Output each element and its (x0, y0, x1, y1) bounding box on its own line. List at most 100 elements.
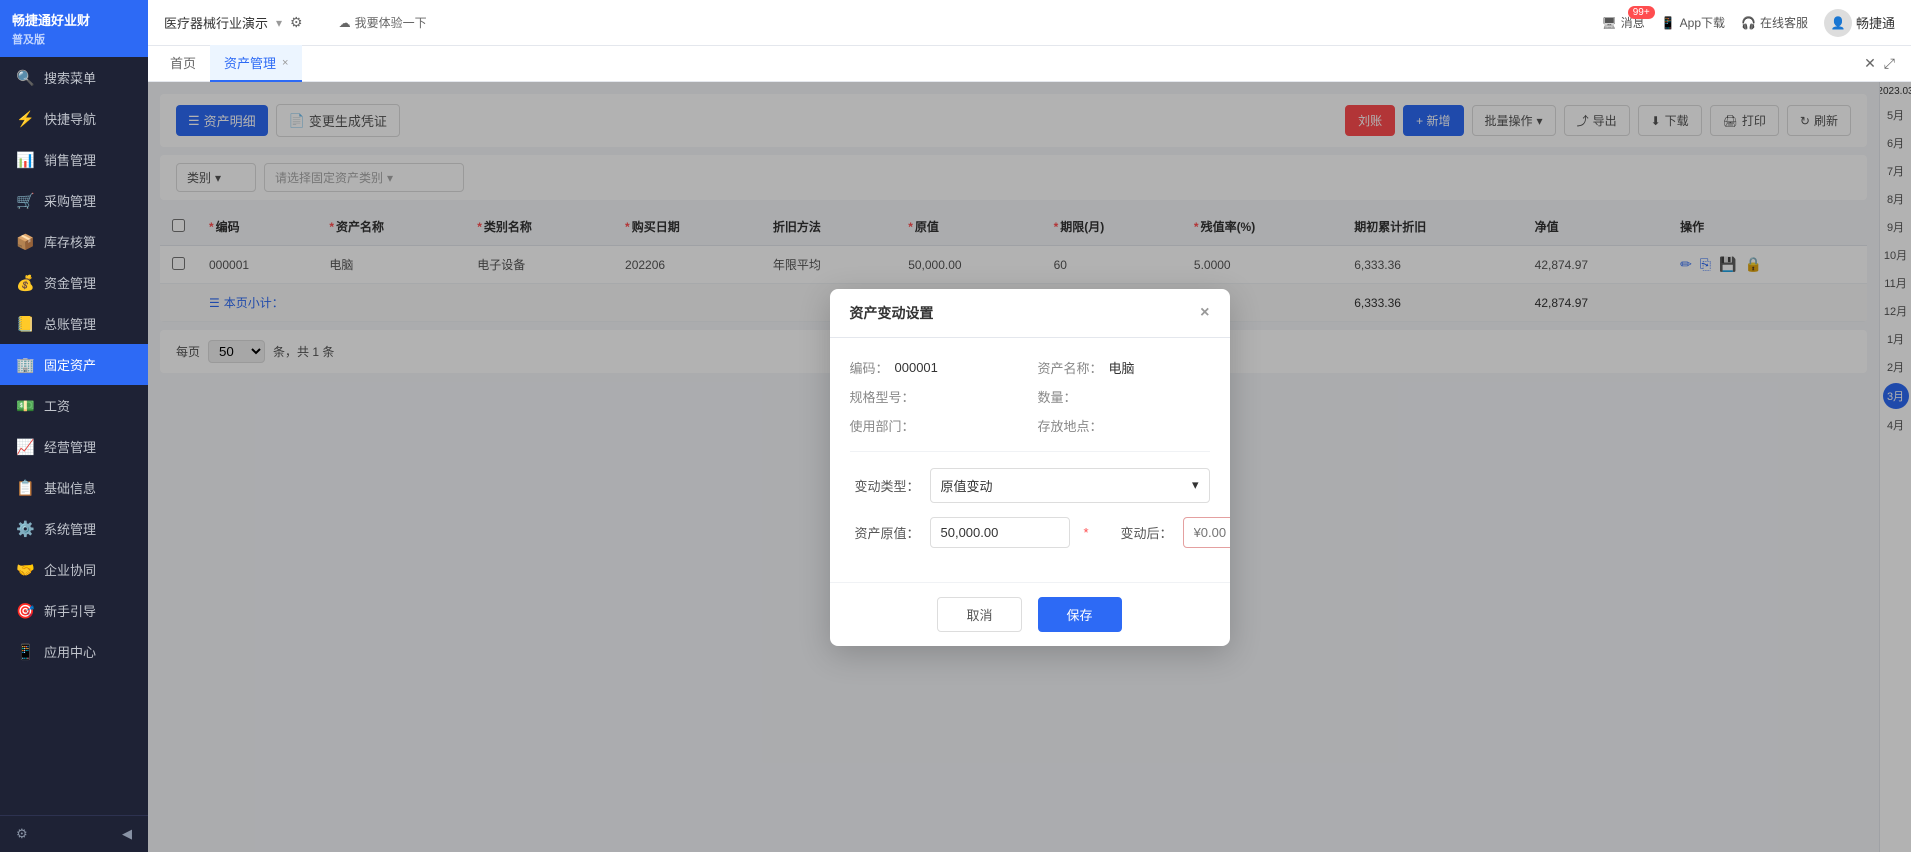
sidebar-item-label: 销售管理 (44, 150, 96, 169)
collapse-icon[interactable]: ◀ (122, 826, 132, 842)
sidebar-item-purchase[interactable]: 🛒 采购管理 (0, 180, 148, 221)
modal-close-icon[interactable]: × (1200, 304, 1209, 322)
sidebar-scroll: 🔍 搜索菜单 ⚡ 快捷导航 📊 销售管理 🛒 采购管理 📦库存核算 💰 资金管理 📒总账管理 🏢 固定资产… (0, 57, 148, 815)
sidebar-item-app-center[interactable]: 📱 应用中心 (0, 631, 148, 672)
sidebar-item-ledger[interactable]: 📒总账管理 (0, 303, 148, 344)
sidebar-item-fixed-asset[interactable]: 🏢 固定资产 (0, 344, 148, 385)
settings-gear-icon[interactable]: ⚙ (290, 14, 303, 31)
sidebar-item-label: 应用中心 (44, 642, 96, 661)
topbar-left: 医疗器械行业演示 ▾ ⚙ ☁ 我要体验一下 (164, 13, 427, 32)
customer-service-label: 在线客服 (1760, 14, 1808, 31)
tab-asset-mgmt-label: 资产管理 (224, 53, 276, 72)
sidebar-item-label: 总账管理 (44, 314, 96, 333)
tab-home-label: 首页 (170, 53, 196, 72)
sidebar-item-operations[interactable]: 📈 经营管理 (0, 426, 148, 467)
settings-icon[interactable]: ⚙ (16, 826, 28, 842)
modal-change-type-chevron-icon: ▾ (1192, 477, 1199, 493)
sidebar-item-guide[interactable]: 🎯 新手引导 (0, 590, 148, 631)
sidebar-item-label: 固定资产 (44, 355, 96, 374)
message-icon: 🖥 (1601, 16, 1616, 30)
modal-original-value-field: 资产原值： * 变动后： (850, 517, 1210, 548)
sidebar-item-system[interactable]: ⚙️ 系统管理 (0, 508, 148, 549)
payroll-icon: 💵 (16, 397, 34, 415)
sales-icon: 📊 (16, 151, 34, 169)
modal-code-label: 编码： (850, 358, 889, 377)
asset-change-modal: 资产变动设置 × 编码： 000001 资产名称： 电脑 (830, 289, 1230, 646)
user-name: 畅捷通 (1856, 13, 1895, 32)
sidebar-item-label: 采购管理 (44, 191, 96, 210)
modal-after-change-input[interactable] (1183, 517, 1230, 548)
dropdown-arrow-icon[interactable]: ▾ (276, 16, 282, 30)
cancel-button[interactable]: 取消 (937, 597, 1021, 632)
app-download-button[interactable]: 📱 App下载 (1661, 14, 1725, 31)
download-icon: 📱 (1661, 16, 1676, 30)
modal-original-value-label: 资产原值： (850, 523, 920, 542)
purchase-icon: 🛒 (16, 192, 34, 210)
tab-close-icon[interactable]: × (282, 57, 288, 69)
user-area: 👤 畅捷通 (1824, 9, 1895, 37)
sidebar-item-basic-info[interactable]: 📋基础信息 (0, 467, 148, 508)
topbar: 医疗器械行业演示 ▾ ⚙ ☁ 我要体验一下 🖥 消息 99+ 📱 App下载 🎧… (148, 0, 1911, 46)
modal-spec-label: 规格型号： (850, 387, 915, 406)
modal-code-item: 编码： 000001 (850, 358, 1022, 377)
sidebar-item-payroll[interactable]: 💵工资 (0, 385, 148, 426)
modal-footer: 取消 保存 (830, 582, 1230, 646)
search-icon: 🔍 (16, 69, 34, 87)
sidebar-item-collab[interactable]: 🤝企业协同 (0, 549, 148, 590)
maximize-icon[interactable]: ⤢ (1884, 55, 1895, 72)
modal-dept-label: 使用部门： (850, 416, 915, 435)
modal-change-type-value: 原值变动 (941, 476, 993, 495)
sidebar-item-sales[interactable]: 📊 销售管理 (0, 139, 148, 180)
topbar-right: 🖥 消息 99+ 📱 App下载 🎧 在线客服 👤 畅捷通 (1601, 9, 1895, 37)
sidebar-item-search[interactable]: 🔍 搜索菜单 (0, 57, 148, 98)
sidebar-item-label: 新手引导 (44, 601, 96, 620)
tab-asset-mgmt[interactable]: 资产管理 × (210, 45, 302, 82)
cloud-icon: ☁ (339, 16, 351, 30)
sidebar-item-label: 企业协同 (44, 560, 96, 579)
modal-header: 资产变动设置 × (830, 289, 1230, 338)
modal-quantity-label: 数量： (1038, 387, 1077, 406)
modal-dept-item: 使用部门： (850, 416, 1022, 435)
sidebar-logo: 畅捷通好业财 普及版 (0, 0, 148, 57)
save-button[interactable]: 保存 (1038, 597, 1122, 632)
sidebar-item-label: 系统管理 (44, 519, 96, 538)
tabs-bar: 首页 资产管理 × ✕ ⤢ (148, 46, 1911, 82)
modal-change-type-label: 变动类型： (850, 476, 920, 495)
customer-service-button[interactable]: 🎧 在线客服 (1741, 14, 1808, 31)
experience-area: ☁ 我要体验一下 (339, 14, 427, 31)
sidebar-item-finance[interactable]: 💰 资金管理 (0, 262, 148, 303)
system-icon: ⚙️ (16, 520, 34, 538)
sidebar-item-quick-nav[interactable]: ⚡ 快捷导航 (0, 98, 148, 139)
modal-after-change-label: 变动后： (1103, 523, 1173, 542)
sidebar-item-label: 资金管理 (44, 273, 96, 292)
sidebar-item-label: 快捷导航 (44, 109, 96, 128)
experience-label[interactable]: 我要体验一下 (355, 14, 427, 31)
message-button[interactable]: 🖥 消息 99+ (1601, 14, 1644, 31)
modal-info-grid: 编码： 000001 资产名称： 电脑 规格型号： 数量： (850, 358, 1210, 452)
modal-spec-item: 规格型号： (850, 387, 1022, 406)
tab-controls: ✕ ⤢ (1856, 55, 1903, 72)
modal-body: 编码： 000001 资产名称： 电脑 规格型号： 数量： (830, 338, 1230, 582)
guide-icon: 🎯 (16, 602, 34, 620)
tab-home[interactable]: 首页 (156, 45, 210, 82)
modal-change-type-select[interactable]: 原值变动 ▾ (930, 468, 1210, 503)
app-center-icon: 📱 (16, 643, 34, 661)
modal-asset-name-item: 资产名称： 电脑 (1038, 358, 1210, 377)
quick-nav-icon: ⚡ (16, 110, 34, 128)
modal-location-label: 存放地点： (1038, 416, 1103, 435)
operations-icon: 📈 (16, 438, 34, 456)
sidebar-item-label: 经营管理 (44, 437, 96, 456)
sidebar-item-label: 基础信息 (44, 478, 96, 497)
sidebar-item-label: 搜索菜单 (44, 68, 96, 87)
close-window-icon[interactable]: ✕ (1864, 55, 1876, 72)
finance-icon: 💰 (16, 274, 34, 292)
modal-change-type-field: 变动类型： 原值变动 ▾ (850, 468, 1210, 503)
app-edition: 普及版 (12, 31, 90, 47)
sidebar-item-label: 库存核算 (44, 232, 96, 251)
modal-code-value: 000001 (895, 360, 938, 375)
fixed-asset-icon: 🏢 (16, 356, 34, 374)
modal-original-value-input[interactable] (930, 517, 1070, 548)
message-badge: 99+ (1628, 6, 1655, 19)
modal-quantity-item: 数量： (1038, 387, 1210, 406)
sidebar-item-inventory[interactable]: 📦库存核算 (0, 221, 148, 262)
